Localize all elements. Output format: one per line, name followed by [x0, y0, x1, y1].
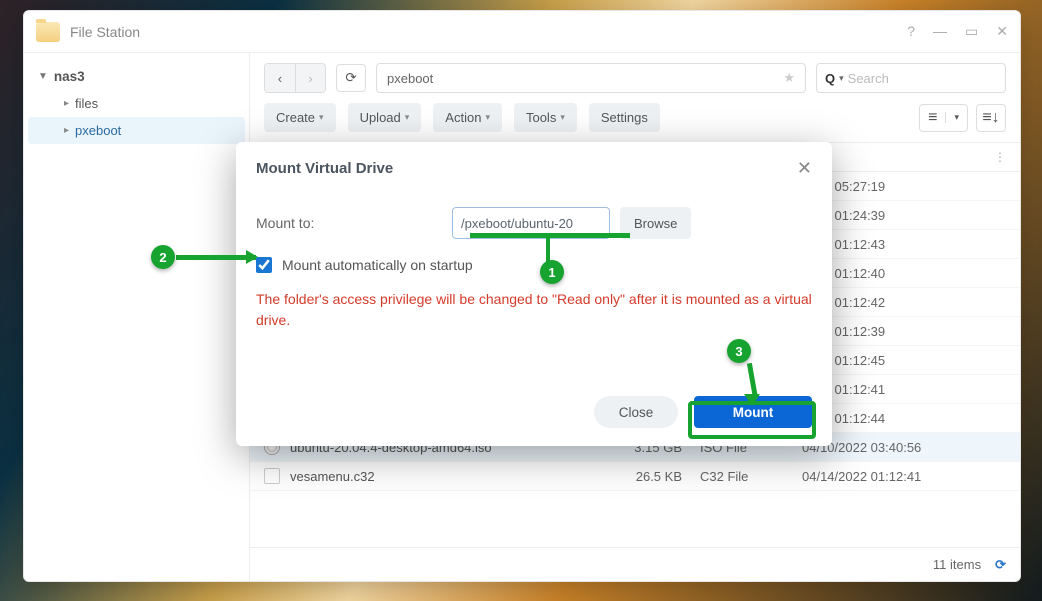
search-dropdown-icon[interactable]: ▾ [839, 73, 844, 84]
file-row[interactable]: vesamenu.c3226.5 KBC32 File04/14/2022 01… [250, 462, 1020, 491]
tree-root[interactable]: ▼ nas3 [28, 63, 245, 90]
file-date: 2022 01:12:45 [802, 353, 1006, 368]
action-button[interactable]: Action▾ [433, 103, 502, 132]
file-date: 04/14/2022 01:12:41 [802, 469, 1006, 484]
auto-mount-label: Mount automatically on startup [282, 257, 473, 273]
nav-forward-button[interactable]: › [295, 64, 325, 92]
file-date: 2022 01:12:39 [802, 324, 1006, 339]
annotation-arrow-3-head [744, 394, 760, 406]
mount-virtual-drive-dialog: Mount Virtual Drive ✕ Mount to: Browse M… [236, 142, 832, 446]
auto-mount-checkbox[interactable] [256, 257, 272, 273]
sort-icon: ≡↓ [982, 109, 999, 127]
file-date: 2022 01:12:44 [802, 411, 1006, 426]
file-date: 2022 01:12:42 [802, 295, 1006, 310]
file-date: 04/10/2022 03:40:56 [802, 440, 1006, 455]
annotation-badge-2: 2 [151, 245, 175, 269]
file-size: 26.5 KB [592, 469, 682, 484]
sidebar-item-label: pxeboot [75, 123, 121, 138]
tools-button[interactable]: Tools▾ [514, 103, 577, 132]
dialog-title: Mount Virtual Drive [256, 160, 393, 177]
col-more-icon[interactable]: ⋮ [984, 150, 1006, 164]
view-dropdown-icon: ▾ [945, 112, 967, 123]
caret-right-icon: ▸ [64, 125, 69, 136]
search-box[interactable]: Q ▾ Search [816, 63, 1006, 93]
dialog-close-button[interactable]: Close [594, 396, 678, 428]
reload-button[interactable]: ⟳ [336, 64, 366, 92]
path-bar[interactable]: pxeboot ★ [376, 63, 806, 93]
mount-to-label: Mount to: [256, 215, 442, 231]
sidebar: ▼ nas3 ▸ files ▸ pxeboot [24, 53, 250, 581]
file-date: 2022 01:24:39 [802, 208, 1006, 223]
file-date: 2022 05:27:19 [802, 179, 1006, 194]
minimize-icon[interactable]: — [933, 23, 947, 40]
view-toggle[interactable]: ≡▾ [919, 104, 968, 132]
file-name: vesamenu.c32 [290, 469, 592, 484]
window-title: File Station [70, 24, 140, 40]
annotation-badge-3: 3 [727, 339, 751, 363]
sort-button[interactable]: ≡↓ [976, 104, 1006, 132]
path-text: pxeboot [387, 71, 433, 86]
browse-button[interactable]: Browse [620, 207, 691, 239]
sidebar-item-pxeboot[interactable]: ▸ pxeboot [28, 117, 245, 144]
settings-button[interactable]: Settings [589, 103, 660, 132]
sidebar-item-label: files [75, 96, 98, 111]
file-date: 2022 01:12:43 [802, 237, 1006, 252]
nav-buttons: ‹ › [264, 63, 326, 93]
help-icon[interactable]: ? [907, 23, 915, 40]
caret-right-icon: ▸ [64, 98, 69, 109]
search-placeholder: Search [848, 71, 889, 86]
file-date: 2022 01:12:40 [802, 266, 1006, 281]
list-view-icon: ≡ [920, 109, 945, 127]
nav-back-button[interactable]: ‹ [265, 64, 295, 92]
file-type: C32 File [682, 469, 802, 484]
dialog-close-icon[interactable]: ✕ [797, 158, 812, 179]
create-button[interactable]: Create▾ [264, 103, 336, 132]
file-icon [264, 468, 280, 484]
annotation-badge-1: 1 [540, 260, 564, 284]
search-icon: Q [825, 71, 835, 86]
annotation-arrow-2 [176, 255, 256, 260]
caret-down-icon: ▼ [38, 71, 48, 82]
file-date: 2022 01:12:41 [802, 382, 1006, 397]
refresh-icon[interactable]: ⟳ [995, 557, 1006, 573]
maximize-icon[interactable]: ▭ [965, 23, 978, 40]
star-icon[interactable]: ★ [783, 70, 795, 86]
folder-icon [36, 22, 60, 42]
close-window-icon[interactable]: ✕ [996, 23, 1008, 40]
item-count: 11 items [933, 557, 981, 572]
titlebar: File Station ? — ▭ ✕ [24, 11, 1020, 53]
upload-button[interactable]: Upload▾ [348, 103, 422, 132]
annotation-underline-1 [470, 233, 630, 238]
sidebar-item-files[interactable]: ▸ files [28, 90, 245, 117]
warning-text: The folder's access privilege will be ch… [256, 289, 812, 331]
status-bar: 11 items ⟳ [250, 547, 1020, 581]
tree-root-label: nas3 [54, 69, 85, 84]
